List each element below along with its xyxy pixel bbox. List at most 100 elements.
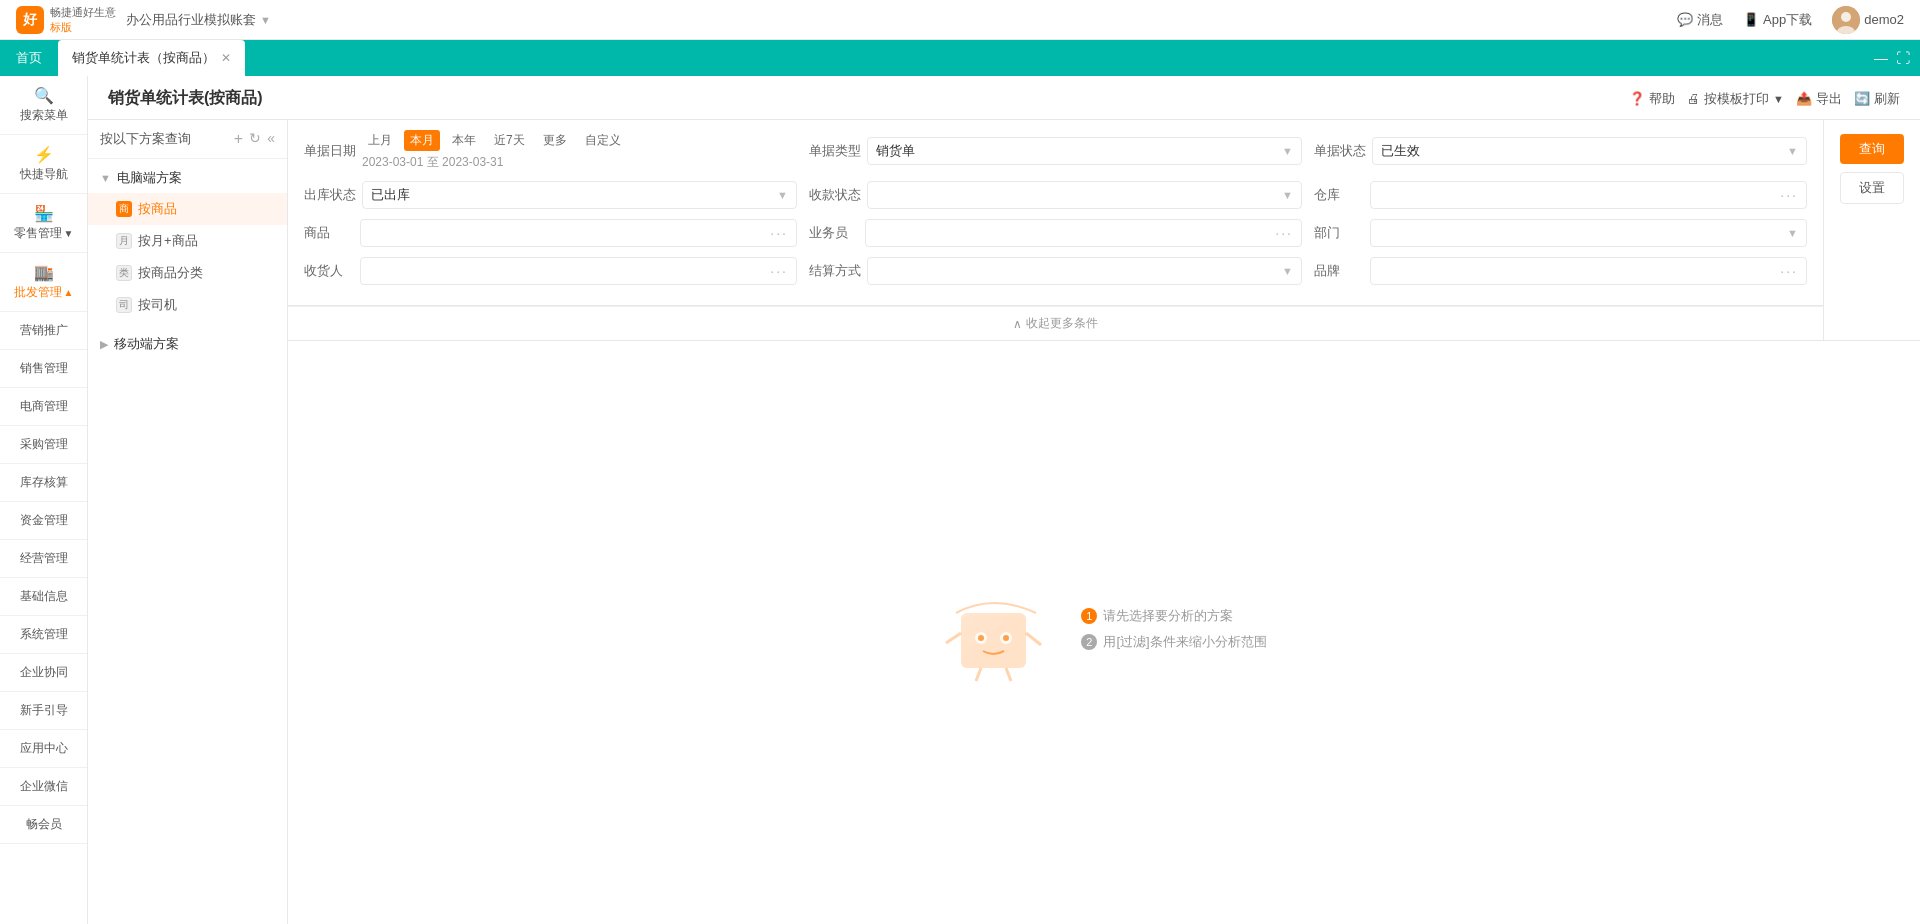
goods-value[interactable]: ··· <box>360 219 797 247</box>
quicknav-icon: ⚡ <box>4 145 83 164</box>
topbar-right: 💬 消息 📱 App下载 demo2 <box>1677 6 1904 34</box>
sidebar-item-appcenter[interactable]: 应用中心 <box>0 730 87 768</box>
sidebar-item-wholesale[interactable]: 🏬 批发管理 ▲ <box>0 253 87 312</box>
export-btn[interactable]: 📤 导出 <box>1796 90 1842 108</box>
filter-salesperson: 业务员 ··· <box>809 219 1302 247</box>
svg-line-10 <box>976 668 981 681</box>
scheme-panel: 按以下方案查询 + ↻ « ▼ 电脑端方案 商 按商品 <box>88 120 288 924</box>
date-btn-thismonth[interactable]: 本月 <box>404 130 440 151</box>
sidebar-item-purchase[interactable]: 采购管理 <box>0 426 87 464</box>
receiver-label: 收货人 <box>304 262 354 280</box>
template-print-btn[interactable]: 🖨 按模板打印 ▼ <box>1687 90 1784 108</box>
outstatus-label: 出库状态 <box>304 186 356 204</box>
sidebar-item-inventory[interactable]: 库存核算 <box>0 464 87 502</box>
sidebar-item-search[interactable]: 🔍 搜索菜单 <box>0 76 87 135</box>
date-btn-custom[interactable]: 自定义 <box>579 130 627 151</box>
more-icon: ··· <box>770 225 788 241</box>
sidebar-item-quicknav[interactable]: ⚡ 快捷导航 <box>0 135 87 194</box>
minimize-icon[interactable]: — <box>1874 50 1888 66</box>
brand-value[interactable]: ··· <box>1370 257 1807 285</box>
query-actions: 查询 设置 <box>1823 120 1920 340</box>
filter-warehouse: 仓库 ··· <box>1314 181 1807 209</box>
tab-active[interactable]: 销货单统计表（按商品） ✕ <box>58 40 245 76</box>
sidebar-item-member[interactable]: 畅会员 <box>0 806 87 844</box>
tab-close-icon[interactable]: ✕ <box>221 51 231 65</box>
filter-row-2: 出库状态 已出库 ▼ 收款状态 <box>304 181 1807 209</box>
sidebar-item-retail[interactable]: 🏪 零售管理 ▼ <box>0 194 87 253</box>
more-icon: ··· <box>1780 263 1798 279</box>
tabbar-actions: — ⛶ <box>1874 50 1920 66</box>
svg-line-9 <box>1026 633 1041 645</box>
user-menu[interactable]: demo2 <box>1832 6 1904 34</box>
more-icon: ··· <box>1275 225 1293 241</box>
chevron-down-icon: ▼ <box>260 14 271 26</box>
date-btn-7days[interactable]: 近7天 <box>488 130 531 151</box>
wholesale-icon: 🏬 <box>4 263 83 282</box>
sidebar-item-guide[interactable]: 新手引导 <box>0 692 87 730</box>
scheme-item-by-goods[interactable]: 商 按商品 <box>88 193 287 225</box>
maximize-icon[interactable]: ⛶ <box>1896 50 1910 66</box>
warehouse-value[interactable]: ··· <box>1370 181 1807 209</box>
date-label: 单据日期 <box>304 142 356 160</box>
collapse-scheme-icon[interactable]: « <box>267 130 275 148</box>
receiptstatus-value[interactable]: ▼ <box>867 181 1302 209</box>
sidebar-item-sales[interactable]: 销售管理 <box>0 350 87 388</box>
help-btn[interactable]: ❓ 帮助 <box>1629 90 1675 108</box>
sidebar-item-marketing[interactable]: 营销推广 <box>0 312 87 350</box>
sidebar-item-system[interactable]: 系统管理 <box>0 616 87 654</box>
workspace-selector[interactable]: 办公用品行业模拟账套 ▼ <box>126 11 271 29</box>
scheme-item-icon-driver: 司 <box>116 297 132 313</box>
goods-label: 商品 <box>304 224 354 242</box>
collapse-bar[interactable]: ∧ 收起更多条件 <box>288 306 1823 340</box>
scheme-item-by-category[interactable]: 类 按商品分类 <box>88 257 287 289</box>
docstatus-label: 单据状态 <box>1314 142 1366 160</box>
department-value[interactable]: ▼ <box>1370 219 1807 247</box>
doctype-value[interactable]: 销货单 ▼ <box>867 137 1302 165</box>
date-btn-thisyear[interactable]: 本年 <box>446 130 482 151</box>
settlement-value[interactable]: ▼ <box>867 257 1302 285</box>
department-label: 部门 <box>1314 224 1364 242</box>
export-icon: 📤 <box>1796 91 1812 106</box>
scheme-panel-header: 按以下方案查询 + ↻ « <box>88 120 287 159</box>
date-btn-more[interactable]: 更多 <box>537 130 573 151</box>
filter-row-1: 单据日期 上月 本月 本年 近7天 更多 自定义 <box>304 130 1807 171</box>
tabbar: 首页 销货单统计表（按商品） ✕ — ⛶ <box>0 40 1920 76</box>
empty-illustration: 1 请先选择要分析的方案 2 用[过滤]条件来缩小分析范围 <box>941 583 1266 683</box>
salesperson-value[interactable]: ··· <box>865 219 1302 247</box>
settings-button[interactable]: 设置 <box>1840 172 1904 204</box>
chevron-down-icon: ▼ <box>1787 227 1798 239</box>
refresh-scheme-icon[interactable]: ↻ <box>249 130 261 148</box>
docstatus-value[interactable]: 已生效 ▼ <box>1372 137 1807 165</box>
app-download-btn[interactable]: 📱 App下载 <box>1743 11 1812 29</box>
logo-text: 畅捷通好生意 标版 <box>50 5 116 34</box>
page-title: 销货单统计表(按商品) <box>108 88 263 109</box>
scheme-group-header-pc[interactable]: ▼ 电脑端方案 <box>88 163 287 193</box>
svg-line-8 <box>946 633 961 643</box>
settlement-label: 结算方式 <box>809 262 861 280</box>
tab-home[interactable]: 首页 <box>0 40 58 76</box>
message-btn[interactable]: 💬 消息 <box>1677 11 1723 29</box>
scheme-group-header-mobile[interactable]: ▶ 移动端方案 <box>88 329 287 359</box>
sidebar-item-basic[interactable]: 基础信息 <box>0 578 87 616</box>
chevron-down-icon: ▼ <box>777 189 788 201</box>
sidebar-item-enterprise[interactable]: 企业协同 <box>0 654 87 692</box>
scheme-panel-actions: + ↻ « <box>234 130 275 148</box>
scheme-item-by-driver[interactable]: 司 按司机 <box>88 289 287 321</box>
filter-receiptstatus: 收款状态 ▼ <box>809 181 1302 209</box>
add-scheme-icon[interactable]: + <box>234 130 243 148</box>
sidebar-item-management[interactable]: 经营管理 <box>0 540 87 578</box>
outstatus-value[interactable]: 已出库 ▼ <box>362 181 797 209</box>
filter-docstatus: 单据状态 已生效 ▼ <box>1314 130 1807 171</box>
scheme-item-icon-category: 类 <box>116 265 132 281</box>
sidebar-item-ecommerce[interactable]: 电商管理 <box>0 388 87 426</box>
date-btn-lastmonth[interactable]: 上月 <box>362 130 398 151</box>
refresh-btn[interactable]: 🔄 刷新 <box>1854 90 1900 108</box>
sidebar-item-finance[interactable]: 资金管理 <box>0 502 87 540</box>
filter-date: 单据日期 上月 本月 本年 近7天 更多 自定义 <box>304 130 797 171</box>
sidebar-item-wechat[interactable]: 企业微信 <box>0 768 87 806</box>
phone-icon: 📱 <box>1743 12 1759 27</box>
receiver-value[interactable]: ··· <box>360 257 797 285</box>
scheme-item-by-month-goods[interactable]: 月 按月+商品 <box>88 225 287 257</box>
svg-point-6 <box>978 635 984 641</box>
query-button[interactable]: 查询 <box>1840 134 1904 164</box>
